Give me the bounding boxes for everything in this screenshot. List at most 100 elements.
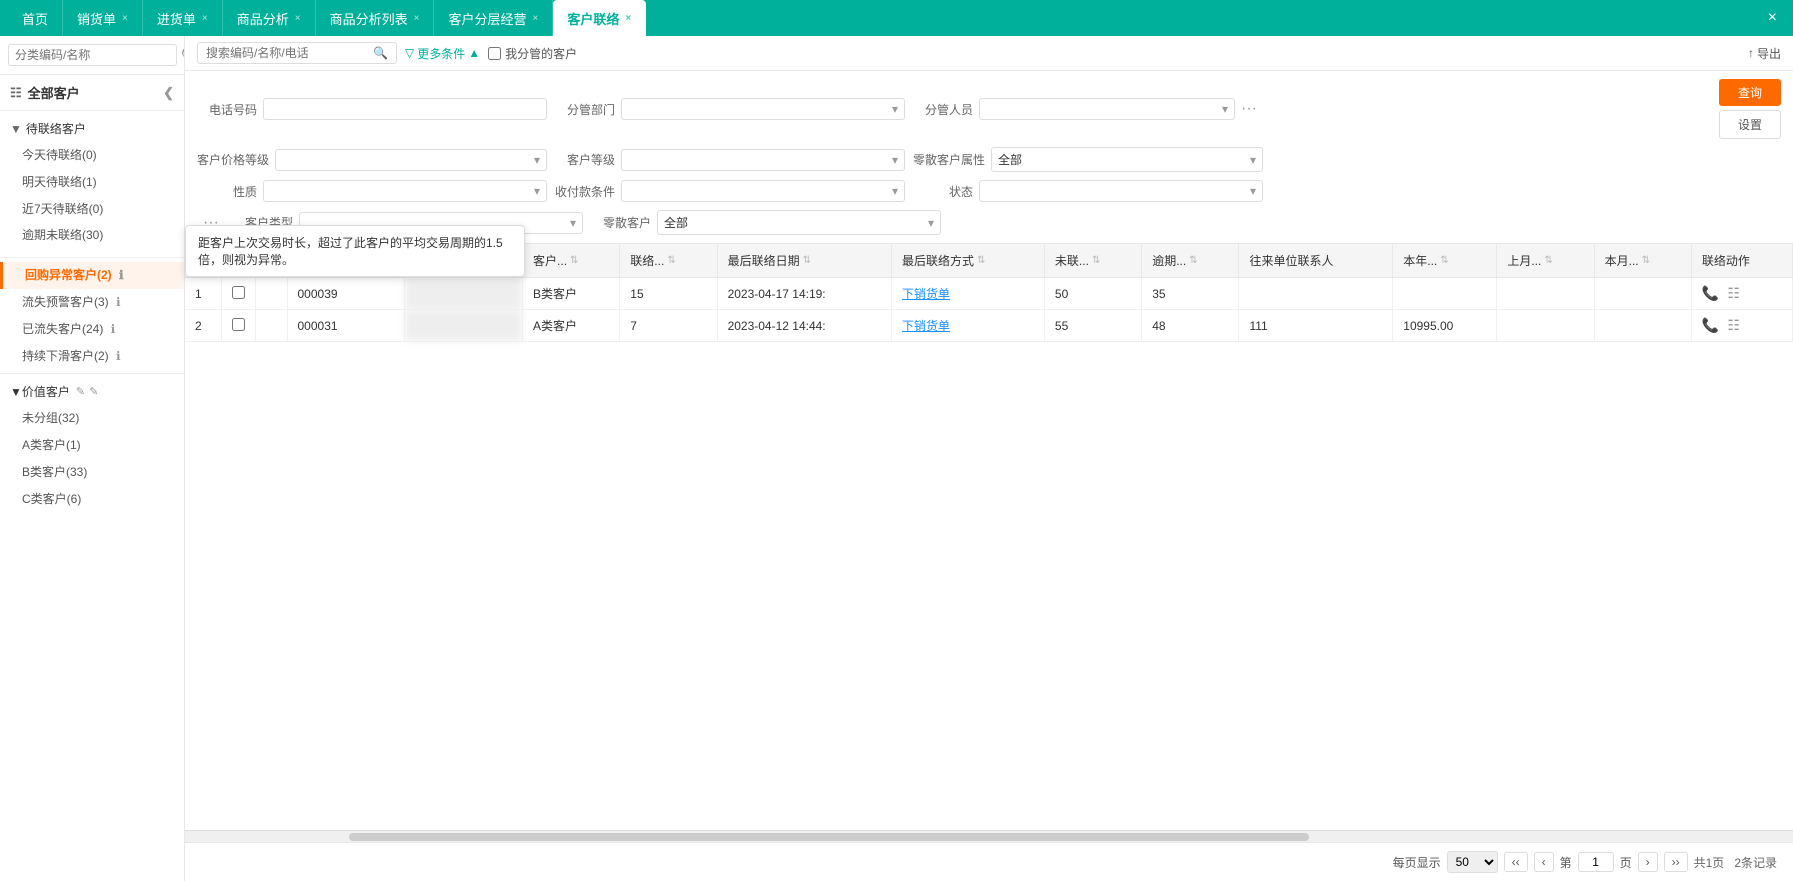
page-number-input[interactable] (1578, 852, 1614, 872)
retail-customer-select[interactable]: 全部 ▾ (657, 210, 941, 235)
group-edit-icon2[interactable]: ✎ (89, 385, 98, 398)
tooltip-box: 距客户上次交易时长，超过了此客户的平均交易周期的1.5倍，则视为异常。 (185, 225, 525, 277)
info-icon-churn-warning: ℹ (116, 295, 121, 309)
dept-field: 分管部门 ▾ (555, 98, 905, 120)
cell-name[interactable] (405, 278, 523, 310)
page-label: 第 (1560, 854, 1572, 871)
pending-contact-label[interactable]: ▼ 待联络客户 (0, 115, 184, 142)
close-all-tabs-button[interactable]: × (1760, 9, 1785, 27)
my-customers-toggle: 我分管的客户 (488, 45, 577, 62)
col-last-method: 最后联络方式 ⇅ (892, 244, 1045, 278)
payment-select[interactable]: ▾ (621, 180, 905, 202)
row-checkbox[interactable] (232, 318, 245, 331)
next-page-button[interactable]: › (1638, 852, 1658, 872)
filter-row-3: 性质 ▾ 收付款条件 ▾ 状态 (197, 180, 1781, 202)
sort-date-icon[interactable]: ⇅ (803, 255, 811, 266)
cell-contact: 15 (620, 278, 717, 310)
cell-this-month (1594, 278, 1691, 310)
sort-unreached-icon[interactable]: ⇅ (1092, 255, 1100, 266)
nav-tab-product-list[interactable]: 商品分析列表 × (316, 0, 435, 36)
retail-attr-select[interactable]: 全部 ▾ (991, 147, 1263, 172)
prev-page-button[interactable]: ‹ (1534, 852, 1554, 872)
nav-tab-customer-contact[interactable]: 客户联络 × (553, 0, 646, 36)
customer-level-select[interactable]: ▾ (621, 149, 905, 171)
close-customer-tier-icon[interactable]: × (532, 13, 538, 24)
nav-tab-sales[interactable]: 销货单 × (63, 0, 143, 36)
first-page-button[interactable]: ‹‹ (1504, 852, 1528, 872)
sidebar-collapse-icon[interactable]: ❮ (163, 85, 174, 101)
nav-tab-customer-tier[interactable]: 客户分层经营 × (434, 0, 553, 36)
table-area: ⚙ 客户编码 ⇅ 客户名称 ⇅ (185, 244, 1793, 830)
sort-this-year-icon[interactable]: ⇅ (1440, 255, 1448, 266)
last-page-button[interactable]: ›› (1664, 852, 1688, 872)
nav-tab-product-analysis[interactable]: 商品分析 × (223, 0, 316, 36)
horizontal-scrollbar[interactable] (185, 830, 1793, 842)
gender-select[interactable]: ▾ (263, 180, 547, 202)
cell-last-method[interactable]: 下销货单 (892, 310, 1045, 342)
edit-icon[interactable]: ✎ (76, 385, 85, 398)
sort-last-month-icon[interactable]: ⇅ (1544, 255, 1552, 266)
sidebar-item-declining[interactable]: 持续下滑客户(2) ℹ (0, 343, 184, 370)
sort-type-icon[interactable]: ⇅ (570, 255, 578, 266)
customer-level-arrow-icon: ▾ (892, 153, 898, 167)
sidebar-item-tomorrow[interactable]: 明天待联络(1) (0, 169, 184, 196)
staff-field: 分管人员 ▾ ··· (913, 98, 1263, 120)
nav-tab-home[interactable]: 首页 (8, 0, 63, 36)
phone-action-icon[interactable]: 📞 (1702, 285, 1719, 302)
sidebar-item-b-class[interactable]: B类客户(33) (0, 459, 184, 486)
sidebar-item-overdue[interactable]: 逾期未联络(30) (0, 222, 184, 249)
nav-tab-purchase[interactable]: 进货单 × (143, 0, 223, 36)
sidebar-item-ungroup[interactable]: 未分组(32) (0, 405, 184, 432)
grid-action-icon[interactable]: ☷ (1727, 285, 1740, 302)
sort-contact-icon[interactable]: ⇅ (667, 255, 675, 266)
cell-index: 2 (185, 310, 221, 342)
sidebar-item-today[interactable]: 今天待联络(0) (0, 142, 184, 169)
grid-action-icon[interactable]: ☷ (1727, 317, 1740, 334)
sort-this-month-icon[interactable]: ⇅ (1642, 255, 1650, 266)
more-conditions-button[interactable]: ▽ 更多条件 ▲ (405, 45, 480, 62)
sidebar-item-repurchase-anomaly[interactable]: 回购异常客户(2) ℹ (0, 262, 184, 289)
per-page-select[interactable]: 50 10 20 100 (1447, 851, 1498, 873)
sidebar-item-churn-warning[interactable]: 流失预警客户(3) ℹ (0, 289, 184, 316)
cell-unreached: 55 (1044, 310, 1141, 342)
sidebar-item-a-class[interactable]: A类客户(1) (0, 432, 184, 459)
dept-select[interactable]: ▾ (621, 98, 905, 120)
close-sales-icon[interactable]: × (122, 13, 128, 24)
settings-button[interactable]: 设置 (1719, 110, 1781, 139)
sidebar-item-churned[interactable]: 已流失客户(24) ℹ (0, 316, 184, 343)
cell-unit-contact: 111 (1239, 310, 1393, 342)
cell-type: B类客户 (523, 278, 620, 310)
status-arrow-icon: ▾ (1250, 184, 1256, 198)
sidebar-item-c-class[interactable]: C类客户(6) (0, 486, 184, 513)
close-product-list-icon[interactable]: × (414, 13, 420, 24)
price-level-select[interactable]: ▾ (275, 149, 547, 171)
phone-input[interactable] (263, 98, 547, 120)
close-customer-contact-icon[interactable]: × (625, 13, 631, 24)
close-purchase-icon[interactable]: × (202, 13, 208, 24)
query-button[interactable]: 查询 (1719, 79, 1781, 106)
sort-method-icon[interactable]: ⇅ (977, 255, 985, 266)
status-select[interactable]: ▾ (979, 180, 1263, 202)
close-product-analysis-icon[interactable]: × (295, 13, 301, 24)
main-search-icon[interactable]: 🔍 (373, 46, 388, 60)
phone-action-icon[interactable]: 📞 (1702, 317, 1719, 334)
my-customers-checkbox[interactable] (488, 47, 501, 60)
staff-select[interactable]: ▾ (979, 98, 1235, 120)
retail-customer-field: 零散客户 全部 ▾ (591, 210, 941, 235)
main-search-input[interactable] (206, 46, 373, 60)
filter-bar: 🔍 ▽ 更多条件 ▲ 我分管的客户 ↑ 导出 (185, 36, 1793, 71)
staff-more-icon[interactable]: ··· (1235, 100, 1263, 118)
cell-row-settings (255, 310, 287, 342)
cell-last-method[interactable]: 下销货单 (892, 278, 1045, 310)
export-button[interactable]: ↑ 导出 (1748, 45, 1781, 62)
col-this-year: 本年... ⇅ (1393, 244, 1497, 278)
sidebar-search-input[interactable] (8, 44, 177, 66)
sort-overdue-icon[interactable]: ⇅ (1189, 255, 1197, 266)
top-nav: 首页 销货单 × 进货单 × 商品分析 × 商品分析列表 × 客户分层经营 × … (0, 0, 1793, 36)
row-checkbox[interactable] (232, 286, 245, 299)
scrollbar-thumb[interactable] (349, 833, 1309, 841)
cell-name[interactable] (405, 310, 523, 342)
value-customer-group-header[interactable]: ▼ 价值客户 ✎ ✎ (0, 378, 184, 405)
advanced-filters: 电话号码 分管部门 ▾ 分管人员 ▾ ··· (185, 71, 1793, 244)
sidebar-item-7days[interactable]: 近7天待联络(0) (0, 196, 184, 223)
